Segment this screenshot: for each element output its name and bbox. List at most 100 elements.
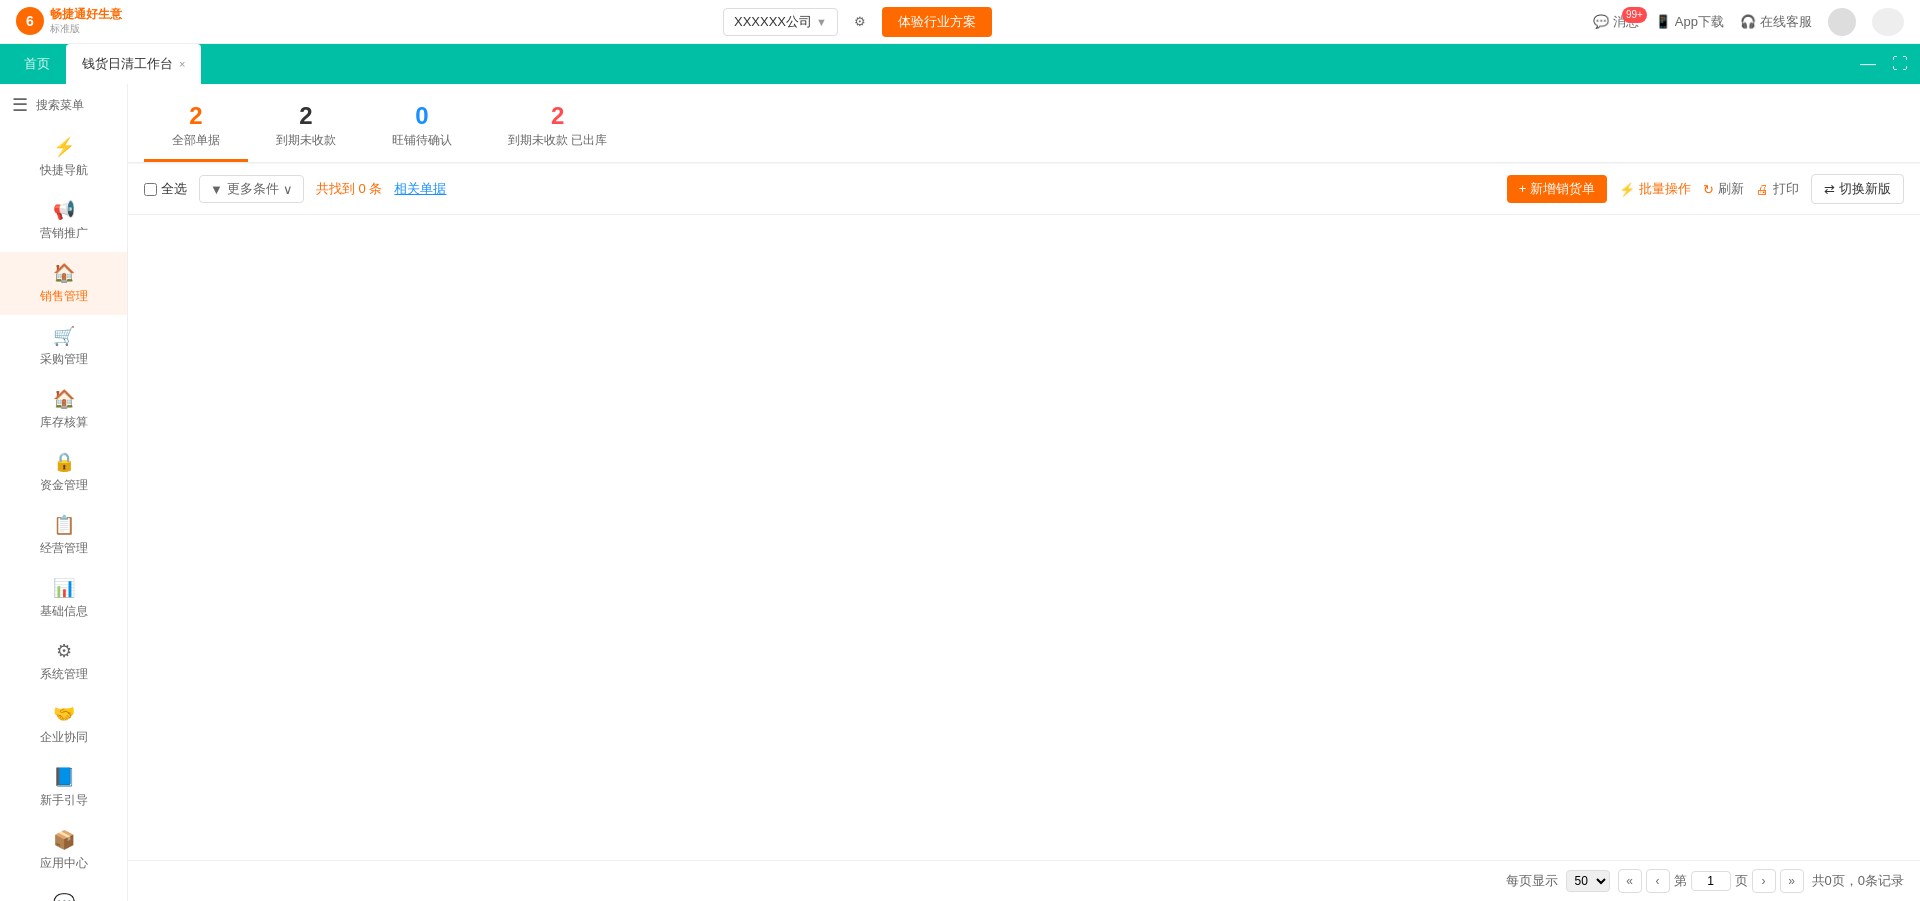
print-button[interactable]: 🖨 打印 xyxy=(1756,180,1799,198)
toolbar-right: + 新增销货单 ⚡ 批量操作 ↻ 刷新 🖨 打印 ⇄ 切换新版 xyxy=(1507,174,1904,204)
app-sub-label: 标准版 xyxy=(50,22,122,36)
nav-tab-actions: — ⛶ xyxy=(1856,52,1912,76)
sidebar-item-cooperation[interactable]: 🤝 企业协同 xyxy=(0,693,127,756)
sidebar-purchase-label: 采购管理 xyxy=(40,351,88,368)
related-link[interactable]: 相关单据 xyxy=(394,180,446,198)
quick-nav-icon: ⚡ xyxy=(53,136,75,158)
company-name: XXXXXX公司 xyxy=(734,13,812,31)
sidebar-marketing-label: 营销推广 xyxy=(40,225,88,242)
company-select[interactable]: XXXXXX公司 ▼ xyxy=(723,8,838,36)
app-download-label: App下载 xyxy=(1675,13,1724,31)
inventory-icon: 🏠 xyxy=(53,388,75,410)
empty-table-message xyxy=(128,215,1920,860)
logo-area: 6 畅捷通好生意 标准版 xyxy=(16,7,122,35)
select-all-checkbox[interactable]: 全选 xyxy=(144,180,187,198)
sidebar-item-app-center[interactable]: 📦 应用中心 xyxy=(0,819,127,882)
page-number-input[interactable] xyxy=(1691,871,1731,891)
page-first-button[interactable]: « xyxy=(1618,869,1642,893)
switch-icon: ⇄ xyxy=(1824,182,1835,197)
wechat-icon: 💬 xyxy=(53,892,75,901)
header-center: XXXXXX公司 ▼ ⚙ 体验行业方案 xyxy=(723,7,992,37)
sidebar-system-label: 系统管理 xyxy=(40,666,88,683)
batch-operation-button[interactable]: ⚡ 批量操作 xyxy=(1619,180,1691,198)
header-right: 💬 消息 99+ 📱 App下载 🎧 在线客服 xyxy=(1593,8,1904,36)
sidebar-item-inventory[interactable]: 🏠 库存核算 xyxy=(0,378,127,441)
page-nav: « ‹ 第 页 › » xyxy=(1618,869,1804,893)
sidebar-guide-label: 新手引导 xyxy=(40,792,88,809)
tab-active-label: 钱货日清工作台 xyxy=(82,55,173,73)
stat-tab-wangpu[interactable]: 0 旺铺待确认 xyxy=(364,96,480,162)
toolbar-left: 全选 ▼ 更多条件 ∨ 共找到 0 条 相关单据 xyxy=(144,175,1495,203)
online-service-button[interactable]: 🎧 在线客服 xyxy=(1740,13,1812,31)
app-download-button[interactable]: 📱 App下载 xyxy=(1655,13,1724,31)
sidebar-item-marketing[interactable]: 📢 营销推广 xyxy=(0,189,127,252)
trial-button[interactable]: 体验行业方案 xyxy=(882,7,992,37)
user-avatar[interactable] xyxy=(1828,8,1856,36)
sidebar-item-search[interactable]: ☰ 搜索菜单 xyxy=(0,84,127,126)
page-last-button[interactable]: » xyxy=(1780,869,1804,893)
page-next-button[interactable]: › xyxy=(1752,869,1776,893)
stat-wangpu-label: 旺铺待确认 xyxy=(392,132,452,149)
pagination-bar: 每页显示 50 « ‹ 第 页 › » 共0页，0条记录 xyxy=(128,860,1920,901)
sidebar-item-quick-nav[interactable]: ⚡ 快捷导航 xyxy=(0,126,127,189)
purchase-icon: 🛒 xyxy=(53,325,75,347)
sidebar-item-system[interactable]: ⚙ 系统管理 xyxy=(0,630,127,693)
user-name-area[interactable] xyxy=(1872,8,1904,36)
online-service-label: 在线客服 xyxy=(1760,13,1812,31)
sidebar-search-label: 搜索菜单 xyxy=(36,97,84,114)
content-area: 2 全部单据 2 到期未收款 0 旺铺待确认 2 到期未收款 已出库 全选 xyxy=(128,84,1920,901)
add-sales-order-button[interactable]: + 新增销货单 xyxy=(1507,175,1607,203)
refresh-button[interactable]: ↻ 刷新 xyxy=(1703,180,1744,198)
filter-button[interactable]: ▼ 更多条件 ∨ xyxy=(199,175,304,203)
table-area xyxy=(128,215,1920,860)
marketing-icon: 📢 xyxy=(53,199,75,221)
main-layout: ☰ 搜索菜单 ⚡ 快捷导航 📢 营销推广 🏠 销售管理 🛒 采购管理 🏠 库存核… xyxy=(0,84,1920,901)
message-icon: 💬 xyxy=(1593,14,1609,29)
minimize-tab-icon[interactable]: — xyxy=(1856,52,1880,76)
download-icon: 📱 xyxy=(1655,14,1671,29)
tab-home[interactable]: 首页 xyxy=(8,44,66,84)
sales-icon: 🏠 xyxy=(53,262,75,284)
sidebar-finance-label: 资金管理 xyxy=(40,477,88,494)
sidebar-item-wechat[interactable]: 💬 企业微信 xyxy=(0,882,127,901)
found-prefix: 共找到 xyxy=(316,181,355,196)
stat-tab-overdue[interactable]: 2 到期未收款 xyxy=(248,96,364,162)
stat-tab-overdue-shipped[interactable]: 2 到期未收款 已出库 xyxy=(480,96,635,162)
sidebar-quick-nav-label: 快捷导航 xyxy=(40,162,88,179)
stat-overdue-label: 到期未收款 xyxy=(276,132,336,149)
page-prev-button[interactable]: ‹ xyxy=(1646,869,1670,893)
sidebar-item-sales[interactable]: 🏠 销售管理 xyxy=(0,252,127,315)
sidebar-sales-label: 销售管理 xyxy=(40,288,88,305)
sidebar-item-finance[interactable]: 🔒 资金管理 xyxy=(0,441,127,504)
per-page-label: 每页显示 xyxy=(1506,872,1558,890)
refresh-icon: ↻ xyxy=(1703,182,1714,197)
stat-all-label: 全部单据 xyxy=(172,132,220,149)
service-icon: 🎧 xyxy=(1740,14,1756,29)
cooperation-icon: 🤝 xyxy=(53,703,75,725)
fullscreen-tab-icon[interactable]: ⛶ xyxy=(1888,52,1912,76)
page-suffix: 页 xyxy=(1735,872,1748,890)
close-tab-icon[interactable]: × xyxy=(179,58,185,70)
sidebar-item-base-info[interactable]: 📊 基础信息 xyxy=(0,567,127,630)
sidebar-inventory-label: 库存核算 xyxy=(40,414,88,431)
sidebar-base-info-label: 基础信息 xyxy=(40,603,88,620)
sidebar-item-operation[interactable]: 📋 经营管理 xyxy=(0,504,127,567)
select-all-input[interactable] xyxy=(144,183,157,196)
sidebar-cooperation-label: 企业协同 xyxy=(40,729,88,746)
tab-active[interactable]: 钱货日清工作台 × xyxy=(66,44,201,84)
switch-version-button[interactable]: ⇄ 切换新版 xyxy=(1811,174,1904,204)
found-text: 共找到 0 条 xyxy=(316,180,382,198)
sidebar-item-guide[interactable]: 📘 新手引导 xyxy=(0,756,127,819)
sidebar-item-purchase[interactable]: 🛒 采购管理 xyxy=(0,315,127,378)
message-button[interactable]: 💬 消息 99+ xyxy=(1593,13,1639,31)
settings-button[interactable]: ⚙ xyxy=(846,8,874,36)
stat-tab-all[interactable]: 2 全部单据 xyxy=(144,96,248,162)
total-records-text: 共0页，0条记录 xyxy=(1812,872,1904,890)
page-text: 第 xyxy=(1674,872,1687,890)
per-page-select[interactable]: 50 xyxy=(1566,870,1610,892)
nav-tabs-bar: 首页 钱货日清工作台 × — ⛶ xyxy=(0,44,1920,84)
base-info-icon: 📊 xyxy=(53,577,75,599)
app-name: 畅捷通好生意 xyxy=(50,7,122,21)
select-all-label: 全选 xyxy=(161,180,187,198)
stat-overdue-num: 2 xyxy=(299,102,312,130)
